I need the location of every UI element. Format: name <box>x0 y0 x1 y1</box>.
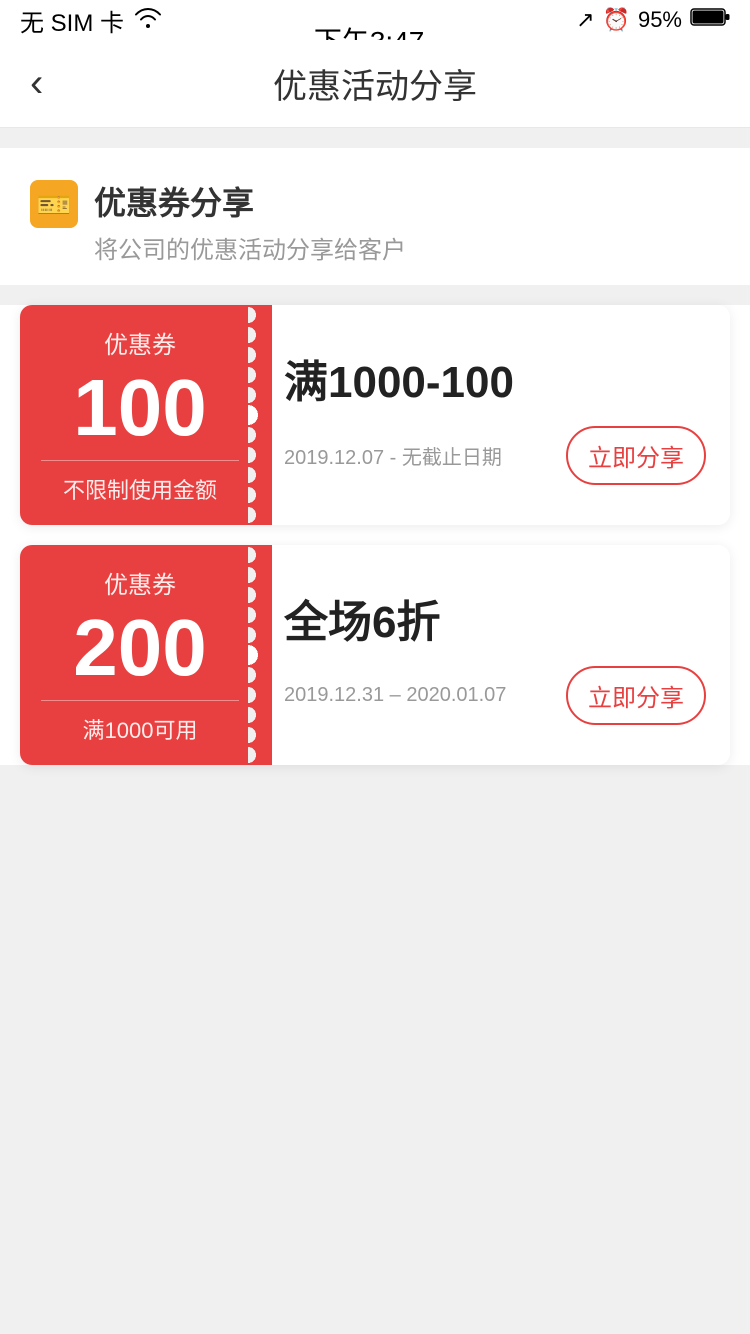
coupon-amount-2: 200 <box>73 608 206 688</box>
page-title: 优惠活动分享 <box>273 59 477 108</box>
coupon-right-1: 满1000-100 2019.12.07 - 无截止日期 立即分享 <box>260 305 730 525</box>
coupon-left-2: 优惠券 200 满1000可用 <box>20 545 260 765</box>
coupon-left-1: 优惠券 100 不限制使用金额 <box>20 305 260 525</box>
coupon-divider-2 <box>41 700 239 701</box>
coupon-card-2: 优惠券 200 满1000可用 全场6折 2019.12.31 – 2020.0… <box>20 545 730 765</box>
carrier-text: 无 SIM 卡 <box>20 3 124 38</box>
section-header: 🎫 优惠券分享 将公司的优惠活动分享给客户 <box>0 148 750 285</box>
status-bar: 无 SIM 卡 下午3:47 ↗ ⏰ 95% <box>0 0 750 40</box>
alarm-icon: ⏰ <box>603 7 630 33</box>
coupon-card-1: 优惠券 100 不限制使用金额 满1000-100 2019.12.07 - 无… <box>20 305 730 525</box>
section-icon: 🎫 <box>30 180 78 228</box>
back-button[interactable]: ‹ <box>30 61 43 106</box>
section-description: 将公司的优惠活动分享给客户 <box>94 230 406 265</box>
coupon-title-1: 满1000-100 <box>284 346 706 410</box>
nav-bar: ‹ 优惠活动分享 <box>0 40 750 128</box>
coupon-meta-2: 2019.12.31 – 2020.01.07 立即分享 <box>284 666 706 725</box>
section-text: 优惠券分享 将公司的优惠活动分享给客户 <box>94 178 406 265</box>
status-right: ↗ ⏰ 95% <box>576 7 730 33</box>
coupon-type-1: 优惠券 <box>104 325 176 360</box>
section-heading: 优惠券分享 <box>94 178 406 224</box>
battery-icon <box>690 7 730 33</box>
empty-area <box>0 785 750 1285</box>
coupon-condition-1: 不限制使用金额 <box>63 473 217 505</box>
coupon-right-2: 全场6折 2019.12.31 – 2020.01.07 立即分享 <box>260 545 730 765</box>
status-left: 无 SIM 卡 <box>20 3 162 38</box>
coupon-condition-2: 满1000可用 <box>83 713 198 745</box>
coupon-divider-1 <box>41 460 239 461</box>
coupon-type-2: 优惠券 <box>104 565 176 600</box>
battery-text: 95% <box>638 7 682 33</box>
coupon-meta-1: 2019.12.07 - 无截止日期 立即分享 <box>284 426 706 485</box>
coupon-title-2: 全场6折 <box>284 586 706 650</box>
coupon-amount-1: 100 <box>73 368 206 448</box>
coupon-date-1: 2019.12.07 - 无截止日期 <box>284 441 556 470</box>
wifi-icon <box>134 6 162 35</box>
location-icon: ↗ <box>576 7 594 33</box>
share-button-2[interactable]: 立即分享 <box>566 666 706 725</box>
coupon-date-2: 2019.12.31 – 2020.01.07 <box>284 684 556 707</box>
coupon-list: 优惠券 100 不限制使用金额 满1000-100 2019.12.07 - 无… <box>0 305 750 765</box>
share-button-1[interactable]: 立即分享 <box>566 426 706 485</box>
